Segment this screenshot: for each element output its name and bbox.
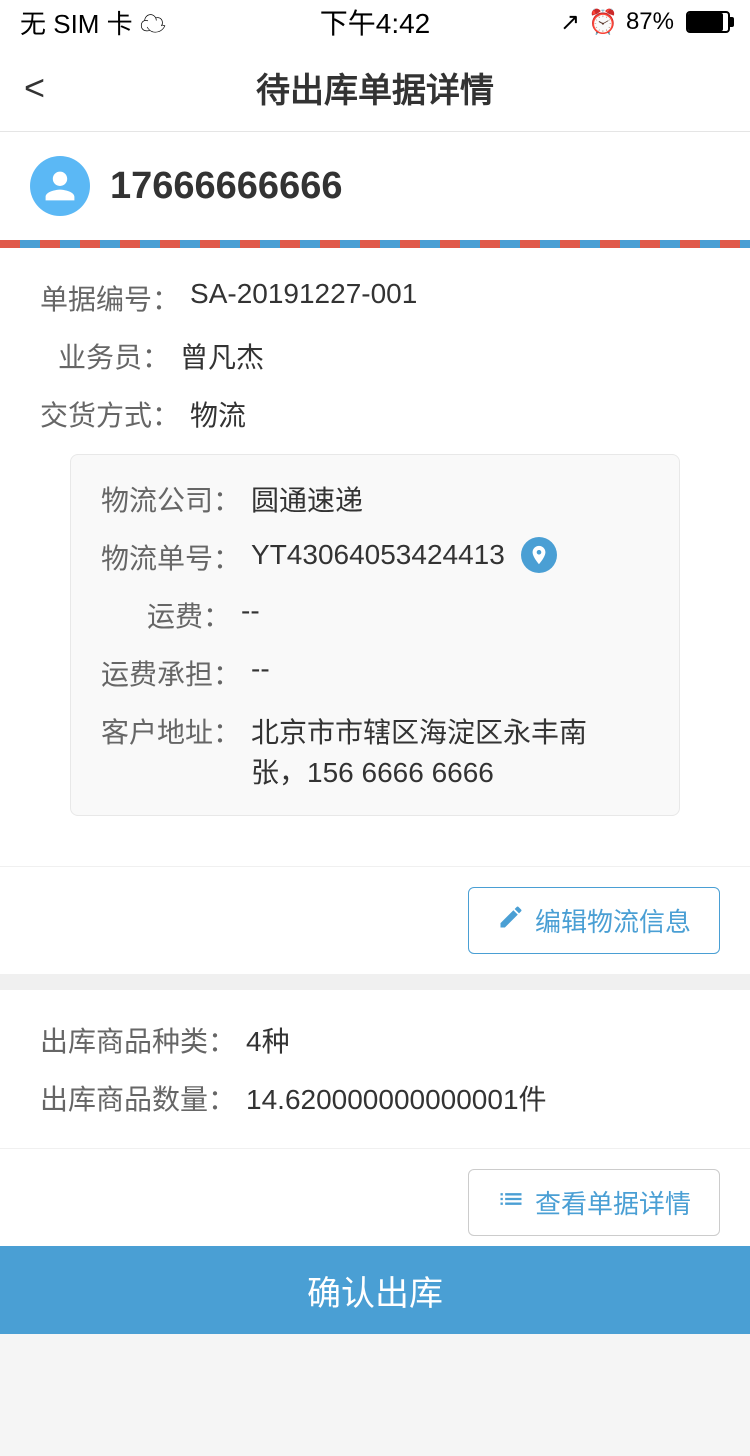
address-value: 北京市市辖区海淀区永丰南 张，156 6666 6666 — [251, 711, 649, 791]
delivery-row: 交货方式： 物流 — [40, 394, 710, 434]
status-time: 下午4:42 — [320, 2, 431, 42]
goods-quantity-value: 14.620000000000001件 — [246, 1078, 710, 1118]
status-right: ↗ ⏰ 87% — [560, 8, 730, 37]
battery-icon — [686, 11, 730, 33]
address-label: 客户地址： — [101, 711, 241, 751]
logistics-tracking-label: 物流单号： — [101, 537, 241, 577]
goods-type-value: 4种 — [246, 1020, 710, 1060]
logistics-tracking-value: YT43064053424413 — [251, 537, 649, 573]
order-number-label: 单据编号： — [40, 278, 180, 318]
location-status-icon: ↗ — [560, 8, 580, 37]
edit-btn-label: 编辑物流信息 — [535, 902, 691, 939]
order-number-row: 单据编号： SA-20191227-001 — [40, 278, 710, 318]
delivery-value: 物流 — [190, 394, 710, 434]
view-detail-button[interactable]: 查看单据详情 — [468, 1169, 720, 1236]
freight-bear-value: -- — [251, 653, 649, 685]
confirm-btn-bar[interactable]: 确认出库 — [0, 1246, 750, 1334]
section-separator — [0, 974, 750, 990]
battery-percent: 87% — [626, 8, 674, 36]
freight-bear-row: 运费承担： -- — [101, 653, 649, 693]
salesman-label: 业务员： — [40, 336, 170, 376]
customer-phone: 17666666666 — [110, 165, 342, 208]
sim-text: 无 SIM 卡 ☁ — [20, 4, 166, 41]
freight-label: 运费： — [101, 595, 231, 635]
edit-btn-container: 编辑物流信息 — [0, 866, 750, 974]
delivery-label: 交货方式： — [40, 394, 180, 434]
dashed-divider — [0, 240, 750, 248]
logistics-company-label: 物流公司： — [101, 479, 241, 519]
customer-section: 17666666666 — [0, 132, 750, 240]
list-icon — [497, 1185, 525, 1220]
freight-row: 运费： -- — [101, 595, 649, 635]
tracking-location-icon[interactable] — [521, 537, 557, 573]
order-info-section: 单据编号： SA-20191227-001 业务员： 曾凡杰 交货方式： 物流 … — [0, 248, 750, 866]
goods-type-label: 出库商品种类： — [40, 1020, 236, 1060]
edit-icon — [497, 903, 525, 938]
alarm-icon: ⏰ — [588, 8, 618, 37]
salesman-row: 业务员： 曾凡杰 — [40, 336, 710, 376]
avatar — [30, 156, 90, 216]
freight-value: -- — [241, 595, 649, 627]
back-button[interactable]: < — [24, 67, 45, 109]
status-bar: 无 SIM 卡 ☁ 下午4:42 ↗ ⏰ 87% — [0, 0, 750, 44]
confirm-btn-text: 确认出库 — [307, 1266, 443, 1315]
freight-bear-label: 运费承担： — [101, 653, 241, 693]
goods-section: 出库商品种类： 4种 出库商品数量： 14.620000000000001件 — [0, 990, 750, 1148]
logistics-tracking-row: 物流单号： YT43064053424413 — [101, 537, 649, 577]
view-btn-container: 查看单据详情 — [0, 1148, 750, 1256]
order-number-value: SA-20191227-001 — [190, 278, 710, 310]
view-btn-label: 查看单据详情 — [535, 1184, 691, 1221]
logistics-company-row: 物流公司： 圆通速递 — [101, 479, 649, 519]
nav-bar: < 待出库单据详情 — [0, 44, 750, 132]
address-row: 客户地址： 北京市市辖区海淀区永丰南 张，156 6666 6666 — [101, 711, 649, 791]
logistics-company-value: 圆通速递 — [251, 479, 649, 519]
goods-quantity-label: 出库商品数量： — [40, 1078, 236, 1118]
page-title: 待出库单据详情 — [256, 63, 494, 112]
goods-quantity-row: 出库商品数量： 14.620000000000001件 — [40, 1078, 710, 1118]
logistics-card: 物流公司： 圆通速递 物流单号： YT43064053424413 运费： --… — [70, 454, 680, 816]
salesman-value: 曾凡杰 — [180, 336, 710, 376]
edit-logistics-button[interactable]: 编辑物流信息 — [468, 887, 720, 954]
goods-type-row: 出库商品种类： 4种 — [40, 1020, 710, 1060]
status-left: 无 SIM 卡 ☁ — [20, 4, 166, 41]
